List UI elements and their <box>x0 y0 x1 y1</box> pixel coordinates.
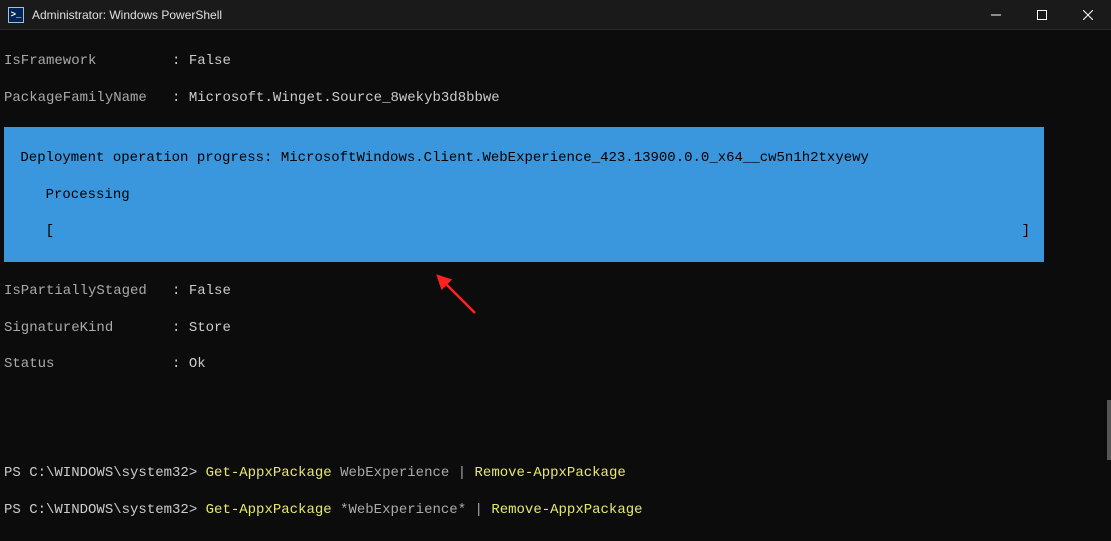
output-line: Status : Ok <box>4 355 1107 373</box>
scrollbar[interactable] <box>1099 30 1111 531</box>
output-line: IsFramework : False <box>4 52 1107 70</box>
output-line: IsPartiallyStaged : False <box>4 282 1107 300</box>
scroll-thumb[interactable] <box>1107 400 1111 460</box>
titlebar: >_ Administrator: Windows PowerShell <box>0 0 1111 30</box>
progress-text-2: Processing <box>4 186 1038 204</box>
output-line: PackageFamilyName : Microsoft.Winget.Sou… <box>4 89 1107 107</box>
close-button[interactable] <box>1065 0 1111 30</box>
command-line-1: PS C:\WINDOWS\system32> Get-AppxPackage … <box>4 464 1107 482</box>
titlebar-controls <box>973 0 1111 29</box>
progress-block: Deployment operation progress: Microsoft… <box>4 127 1044 262</box>
terminal-output[interactable]: IsFramework : False PackageFamilyName : … <box>0 30 1111 541</box>
powershell-icon: >_ <box>8 7 24 23</box>
progress-bar: [] <box>4 222 1038 240</box>
titlebar-left: >_ Administrator: Windows PowerShell <box>8 7 222 23</box>
command-line-2: PS C:\WINDOWS\system32> Get-AppxPackage … <box>4 501 1107 519</box>
maximize-button[interactable] <box>1019 0 1065 30</box>
blank-line <box>4 392 1107 410</box>
progress-text-1: Deployment operation progress: Microsoft… <box>4 149 1038 167</box>
minimize-button[interactable] <box>973 0 1019 30</box>
blank-line <box>4 428 1107 446</box>
window-title: Administrator: Windows PowerShell <box>32 8 222 22</box>
output-line: SignatureKind : Store <box>4 319 1107 337</box>
